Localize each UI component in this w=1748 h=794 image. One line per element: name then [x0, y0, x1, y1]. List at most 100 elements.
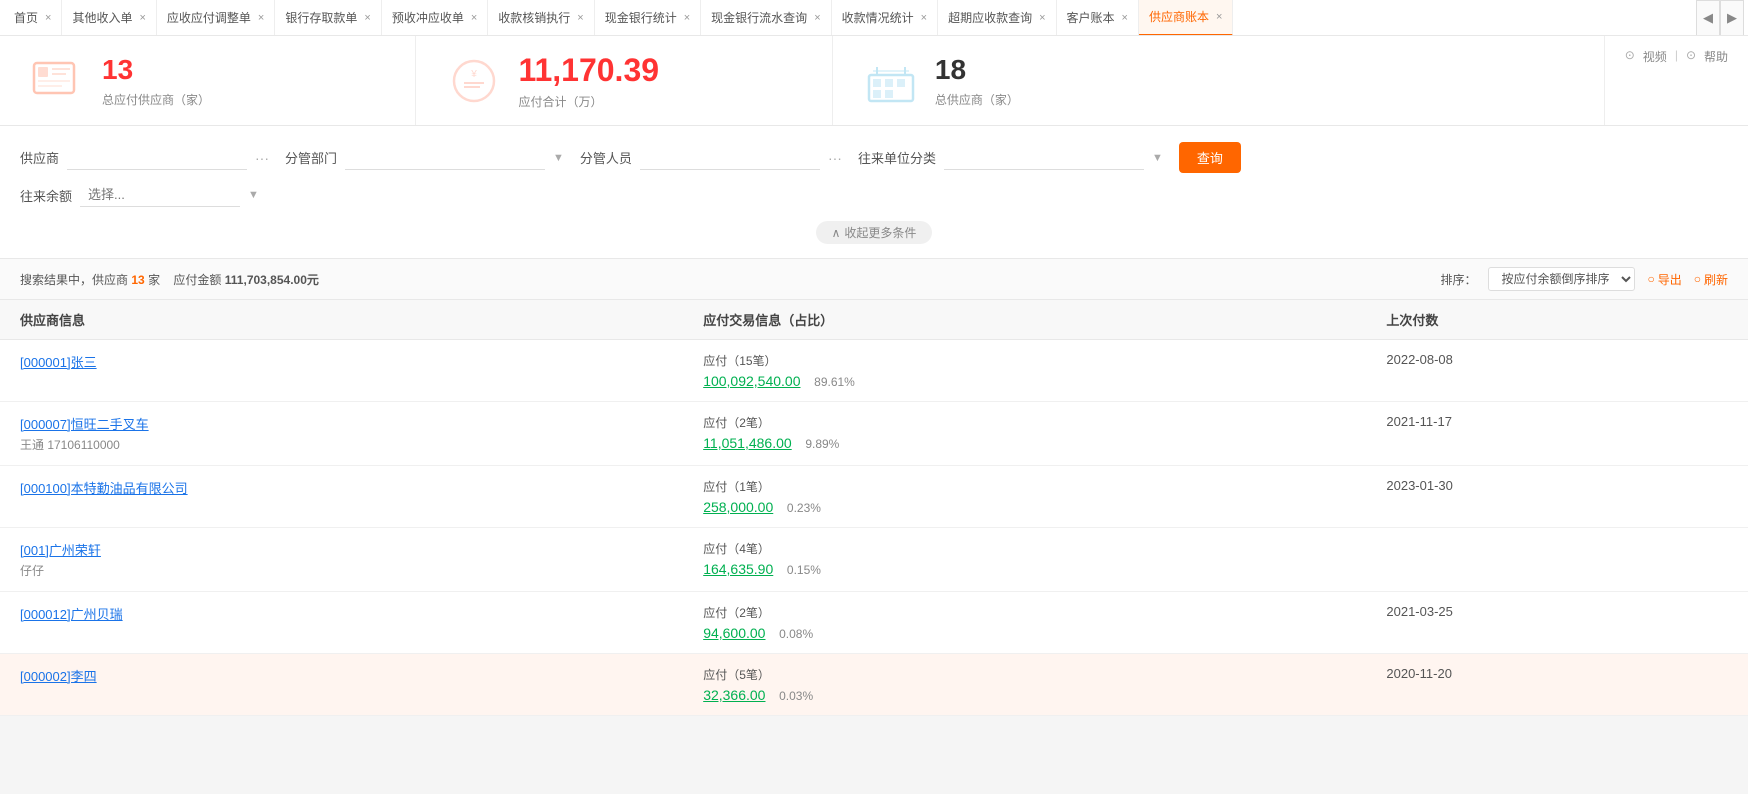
sort-prefix: 排序：: [1440, 271, 1476, 288]
transaction-amount[interactable]: 258,000.00: [703, 499, 773, 515]
svg-text:¥: ¥: [471, 69, 478, 80]
nav-tab-prepay-ar[interactable]: 预收冲应收单 ×: [382, 0, 488, 36]
filter-row-1: 供应商 ··· 分管部门 ▼ 分管人员 ··· 往来单位分类 ▼ 查询: [20, 142, 1728, 173]
right-actions: 排序： 按应付余额倒序排序 ○ 导出 ○ 刷新: [1440, 267, 1728, 291]
transaction-info: 应付（5笔） 32,366.00 0.03%: [703, 666, 1386, 703]
nav-tab-home-close[interactable]: ×: [45, 12, 51, 24]
nav-tab-cash-flow-close[interactable]: ×: [814, 12, 820, 24]
category-input[interactable]: [944, 146, 1144, 170]
transaction-label: 应付（4笔）: [703, 540, 1386, 557]
collapse-button[interactable]: ∧ 收起更多条件: [816, 221, 933, 244]
nav-tab-ar-ap-adjust[interactable]: 应收应付调整单 ×: [157, 0, 275, 36]
filter-dept: 分管部门 ▼: [285, 146, 564, 170]
nav-tab-customer-book-close[interactable]: ×: [1122, 12, 1128, 24]
filter-category: 往来单位分类 ▼: [858, 146, 1163, 170]
supplier-link[interactable]: [000100]本特勤油品有限公司: [20, 478, 703, 497]
dept-dropdown-arrow[interactable]: ▼: [553, 152, 564, 164]
stat-card-total-vendors: 18 总供应商（家）: [833, 36, 1605, 125]
col-header-supplier: 供应商信息: [20, 310, 703, 329]
person-label: 分管人员: [580, 148, 632, 167]
nav-tab-overdue-ar-label: 超期应收款查询: [948, 9, 1032, 26]
supplier-link[interactable]: [000012]广州贝瑞: [20, 604, 703, 623]
nav-tab-vendor-book-label: 供应商账本: [1149, 8, 1209, 25]
nav-tab-vendor-book-close[interactable]: ×: [1216, 11, 1222, 23]
export-label: 导出: [1658, 271, 1682, 288]
supplier-link[interactable]: [000007]恒旺二手叉车: [20, 414, 703, 433]
transaction-amount[interactable]: 11,051,486.00: [703, 435, 792, 451]
transaction-pct: 0.15%: [787, 563, 821, 577]
transaction-amount[interactable]: 164,635.90: [703, 561, 773, 577]
nav-tab-cash-stat[interactable]: 现金银行统计 ×: [595, 0, 701, 36]
transaction-amount[interactable]: 94,600.00: [703, 625, 765, 641]
supplier-info: [000002]李四: [20, 666, 703, 685]
table-row: [001]广州荣轩 仔仔 应付（4笔） 164,635.90 0.15%: [0, 528, 1748, 592]
sort-select[interactable]: 按应付余额倒序排序: [1488, 267, 1635, 291]
dept-input[interactable]: [345, 146, 545, 170]
supplier-link[interactable]: [001]广州荣轩: [20, 540, 703, 559]
nav-tab-bank-deposit-close[interactable]: ×: [364, 12, 370, 24]
supplier-info: [000007]恒旺二手叉车 王通 17106110000: [20, 414, 703, 453]
dept-label: 分管部门: [285, 148, 337, 167]
transaction-info: 应付（1笔） 258,000.00 0.23%: [703, 478, 1386, 515]
top-nav: 首页 × 其他收入单 × 应收应付调整单 × 银行存取款单 × 预收冲应收单 ×…: [0, 0, 1748, 36]
transaction-amount[interactable]: 100,092,540.00: [703, 373, 800, 389]
payable-vendors-value: 13: [102, 53, 210, 87]
nav-tab-prepay-ar-close[interactable]: ×: [471, 12, 477, 24]
export-button[interactable]: ○ 导出: [1647, 271, 1681, 288]
nav-tab-overdue-ar[interactable]: 超期应收款查询 ×: [938, 0, 1056, 36]
transaction-pct: 0.08%: [779, 627, 813, 641]
nav-tab-customer-book[interactable]: 客户账本 ×: [1057, 0, 1139, 36]
search-button[interactable]: 查询: [1179, 142, 1241, 173]
balance-dropdown-arrow[interactable]: ▼: [248, 189, 259, 201]
nav-tab-home[interactable]: 首页 ×: [4, 0, 62, 36]
supplier-input[interactable]: [67, 146, 247, 170]
nav-tab-receipt-stat[interactable]: 收款情况统计 ×: [832, 0, 938, 36]
transaction-label: 应付（5笔）: [703, 666, 1386, 683]
nav-scroll-right[interactable]: ▶: [1720, 0, 1744, 36]
result-bar: 搜索结果中，供应商 13 家 应付金额 111,703,854.00元 排序： …: [0, 259, 1748, 300]
transaction-info: 应付（15笔） 100,092,540.00 89.61%: [703, 352, 1386, 389]
nav-tab-receipt-exec-label: 收款核销执行: [498, 9, 570, 26]
main-table: 供应商信息 应付交易信息（占比） 上次付数 [000001]张三 应付（15笔）…: [0, 300, 1748, 716]
supplier-info: [000100]本特勤油品有限公司: [20, 478, 703, 497]
nav-tab-bank-deposit[interactable]: 银行存取款单 ×: [275, 0, 381, 36]
nav-tab-cash-flow[interactable]: 现金银行流水查询 ×: [701, 0, 831, 36]
transaction-amount[interactable]: 32,366.00: [703, 687, 765, 703]
category-label: 往来单位分类: [858, 148, 936, 167]
transaction-label: 应付（2笔）: [703, 414, 1386, 431]
refresh-label: 刷新: [1704, 271, 1728, 288]
transaction-info: 应付（4笔） 164,635.90 0.15%: [703, 540, 1386, 577]
result-supplier-count: 13: [131, 273, 144, 287]
col-header-lastpay: 上次付数: [1386, 310, 1728, 329]
supplier-sub: 王通 17106110000: [20, 436, 703, 453]
nav-tab-receipt-stat-close[interactable]: ×: [921, 12, 927, 24]
stat-info-payable-vendors: 13 总应付供应商（家）: [102, 53, 210, 108]
nav-scroll-left[interactable]: ◀: [1696, 0, 1720, 36]
supplier-link[interactable]: [000001]张三: [20, 352, 703, 371]
category-dropdown-arrow[interactable]: ▼: [1152, 152, 1163, 164]
stat-info-total-vendors: 18 总供应商（家）: [935, 53, 1019, 108]
nav-tab-vendor-book[interactable]: 供应商账本 ×: [1139, 0, 1233, 36]
nav-tab-receipt-exec[interactable]: 收款核销执行 ×: [488, 0, 594, 36]
nav-tab-ar-ap-adjust-close[interactable]: ×: [258, 12, 264, 24]
nav-tab-overdue-ar-close[interactable]: ×: [1039, 12, 1045, 24]
supplier-dots-btn[interactable]: ···: [255, 150, 269, 166]
transaction-pct: 0.03%: [779, 689, 813, 703]
nav-tab-other-income[interactable]: 其他收入单 ×: [62, 0, 156, 36]
filter-area: 供应商 ··· 分管部门 ▼ 分管人员 ··· 往来单位分类 ▼ 查询 往来余额: [0, 126, 1748, 259]
video-link[interactable]: 视频: [1643, 48, 1667, 65]
supplier-info: [000012]广州贝瑞: [20, 604, 703, 623]
nav-tab-ar-ap-adjust-label: 应收应付调整单: [167, 9, 251, 26]
nav-tab-other-income-close[interactable]: ×: [139, 12, 145, 24]
person-input[interactable]: [640, 146, 820, 170]
supplier-link[interactable]: [000002]李四: [20, 666, 703, 685]
payable-total-value: 11,170.39: [518, 51, 659, 89]
stats-row: 13 总应付供应商（家） ¥ 11,170.39 应付合计（万）: [0, 36, 1748, 126]
nav-tab-cash-stat-close[interactable]: ×: [684, 12, 690, 24]
help-link[interactable]: 帮助: [1704, 48, 1728, 65]
person-dots-btn[interactable]: ···: [828, 150, 842, 166]
filter-balance: 往来余额 ▼: [20, 183, 259, 207]
nav-tab-receipt-exec-close[interactable]: ×: [577, 12, 583, 24]
balance-input[interactable]: [80, 183, 240, 207]
refresh-button[interactable]: ○ 刷新: [1694, 271, 1728, 288]
